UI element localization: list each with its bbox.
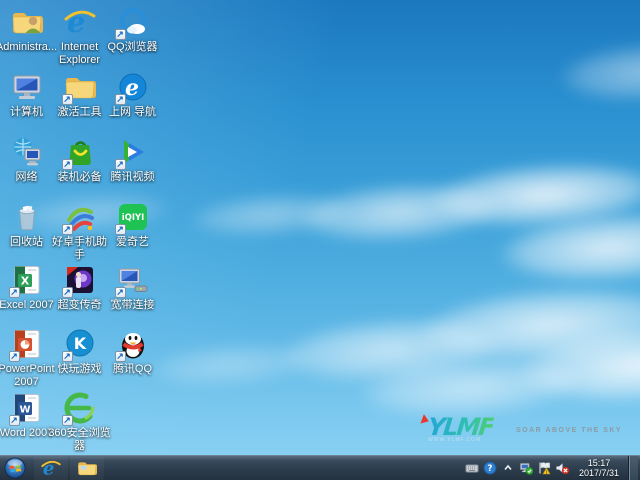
cloud	[278, 312, 502, 388]
powerpoint-icon: ↗	[8, 328, 43, 362]
svg-text:?: ?	[488, 464, 493, 474]
cloud	[298, 178, 502, 247]
svg-text:K: K	[73, 334, 86, 353]
desktop-icon[interactable]: ↗ 腾讯QQ	[106, 328, 159, 376]
shortcut-arrow-icon: ↗	[61, 351, 73, 362]
qq-penguin-icon: ↗	[114, 328, 149, 362]
shortcut-arrow-icon: ↗	[61, 159, 73, 170]
desktop-icon-label: 爱奇艺	[116, 236, 149, 248]
desktop-icon[interactable]: 回收站	[0, 201, 53, 249]
desktop-icon[interactable]: 计算机	[0, 71, 53, 119]
cloud	[558, 39, 640, 106]
folder-icon: ↗	[61, 71, 96, 105]
ylmf-tagline: SOAR ABOVE THE SKY	[516, 427, 623, 434]
desktop-icon-label: 上网 导航	[108, 106, 157, 118]
cloud	[417, 281, 640, 369]
svg-text:X: X	[20, 275, 29, 288]
keyboard-icon[interactable]	[465, 461, 480, 476]
svg-text:e: e	[125, 75, 139, 101]
desktop-icon[interactable]: W ↗ Word 2007	[0, 392, 53, 440]
desktop-icon-label: 腾讯QQ	[112, 363, 153, 375]
cloud	[148, 339, 312, 391]
desktop-icon[interactable]: e ↗ 上网 导航	[106, 71, 159, 119]
ylmf-logo: YLMF	[426, 413, 495, 441]
shortcut-arrow-icon: ↗	[114, 224, 126, 235]
desktop-icon-label: QQ浏览器	[107, 41, 158, 53]
internet-explorer-icon: e	[64, 6, 96, 38]
svg-text:W: W	[19, 405, 30, 416]
desktop-icon-label: 腾讯视频	[110, 171, 155, 183]
desktop-icon-label: 宽带连接	[110, 299, 155, 311]
desktop: Administra... e Internet Explorer ↗ QQ浏览器 计算机…	[0, 0, 640, 480]
system-tray: ?! 15:17 2017/7/31	[465, 455, 640, 480]
shortcut-arrow-icon: ↗	[114, 351, 126, 362]
desktop-icon[interactable]: 网络	[0, 136, 53, 184]
desktop-icon[interactable]: K ↗ 快玩游戏	[53, 328, 106, 376]
computer-icon	[11, 71, 43, 103]
desktop-icon[interactable]: e Internet Explorer	[53, 6, 106, 67]
swirl-icon: ↗	[61, 201, 96, 235]
recycle-bin-icon	[11, 201, 43, 233]
game-icon: ↗	[61, 264, 96, 298]
show-hidden-icons-arrow[interactable]	[501, 461, 516, 476]
tencent-video-icon: ↗	[114, 136, 149, 170]
desktop-icon[interactable]: ↗ QQ浏览器	[106, 6, 159, 54]
action-center-flag-icon[interactable]: !	[537, 461, 552, 476]
network-icon	[11, 136, 43, 168]
desktop-icon[interactable]: ↗ 激活工具	[53, 71, 106, 119]
shortcut-arrow-icon: ↗	[61, 224, 73, 235]
e360-browser-icon: ↗	[61, 392, 96, 426]
shortcut-arrow-icon: ↗	[8, 415, 20, 426]
shortcut-arrow-icon: ↗	[61, 415, 73, 426]
cloud	[188, 189, 352, 241]
shortcut-arrow-icon: ↗	[8, 351, 20, 362]
ylmf-watermark: YLMF WWW.YLMF.COM SOAR ABOVE THE SKY	[420, 413, 621, 447]
desktop-icon[interactable]: iQIYI ↗ 爱奇艺	[106, 201, 159, 249]
desktop-icon[interactable]: ↗ 宽带连接	[106, 264, 159, 312]
show-desktop-button[interactable]	[628, 455, 638, 480]
taskbar-internet-explorer[interactable]: e	[34, 456, 68, 480]
taskbar-pinned-apps: e	[34, 456, 104, 480]
desktop-icon-label: 360安全浏览器	[48, 427, 111, 452]
green-bag-icon: ↗	[61, 136, 96, 170]
cloud	[517, 321, 640, 409]
nav-e-icon: e ↗	[114, 71, 149, 105]
shortcut-arrow-icon: ↗	[8, 287, 20, 298]
desktop-icon[interactable]: ↗ 腾讯视频	[106, 136, 159, 184]
shortcut-arrow-icon: ↗	[114, 287, 126, 298]
help-icon[interactable]: ?	[483, 461, 498, 476]
desktop-icon[interactable]: Administra...	[0, 6, 57, 54]
network-status-icon[interactable]	[519, 461, 534, 476]
desktop-icon[interactable]: ↗ PowerPoint 2007	[0, 328, 55, 389]
k-circle-icon: K ↗	[61, 328, 96, 362]
taskbar-clock[interactable]: 15:17 2017/7/31	[574, 458, 624, 478]
desktop-icon[interactable]: ↗ 360安全浏览器	[48, 392, 111, 453]
desktop-icon[interactable]: X ↗ Excel 2007	[0, 264, 54, 312]
desktop-icon[interactable]: ↗ 超变传奇	[53, 264, 106, 312]
qq-browser-icon: ↗	[114, 6, 149, 40]
word-icon: W ↗	[8, 392, 43, 426]
iqiyi-icon: iQIYI ↗	[114, 201, 149, 235]
desktop-icon[interactable]: ↗ 好卓手机助手	[52, 201, 107, 262]
user-folder-icon	[11, 6, 43, 38]
shortcut-arrow-icon: ↗	[61, 287, 73, 298]
taskbar: e ?! 15:17 2017/7/31	[0, 455, 640, 480]
cloud	[428, 157, 640, 233]
tray-icons: ?!	[465, 461, 570, 476]
volume-muted-icon[interactable]	[555, 461, 570, 476]
shortcut-arrow-icon: ↗	[114, 29, 126, 40]
shortcut-arrow-icon: ↗	[114, 159, 126, 170]
broadband-icon: ↗	[114, 264, 149, 298]
cloud	[498, 207, 640, 288]
start-button[interactable]	[2, 456, 28, 480]
excel-icon: X ↗	[8, 264, 43, 298]
clock-time: 15:17	[587, 458, 611, 468]
svg-text:iQIYI: iQIYI	[121, 213, 144, 223]
clock-date: 2017/7/31	[578, 468, 619, 478]
taskbar-windows-explorer[interactable]	[70, 456, 104, 480]
desktop-icon[interactable]: ↗ 装机必备	[53, 136, 106, 184]
shortcut-arrow-icon: ↗	[114, 94, 126, 105]
shortcut-arrow-icon: ↗	[61, 94, 73, 105]
